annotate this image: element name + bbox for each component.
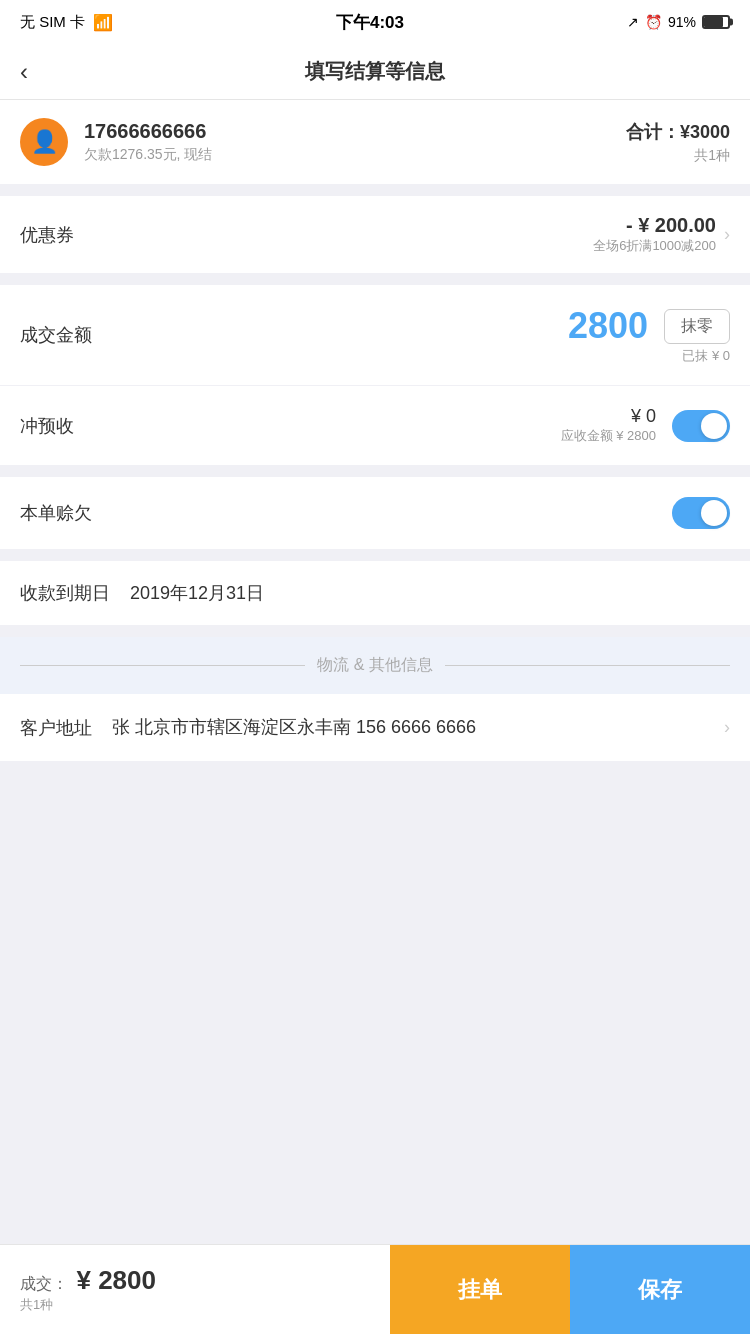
- bottom-deal-amount: ¥ 2800: [76, 1265, 156, 1295]
- round-button[interactable]: 抹零: [664, 309, 730, 344]
- address-value: 张 北京市市辖区海淀区永丰南 156 6666 6666: [112, 714, 724, 741]
- bottom-deal-line: 成交： ¥ 2800: [20, 1265, 370, 1296]
- debt-label: 本单赊欠: [20, 501, 92, 525]
- avatar-icon: 👤: [31, 129, 58, 155]
- deal-amount-sub: 已抹 ¥ 0: [568, 347, 730, 365]
- user-sub-info: 欠款1276.35元, 现结: [84, 146, 626, 164]
- deal-amount-right: 2800 抹零: [568, 305, 730, 347]
- battery-percent: 91%: [668, 14, 696, 30]
- deal-amount-value: 2800: [568, 305, 648, 347]
- status-time: 下午4:03: [336, 11, 404, 34]
- coupon-discount: - ¥ 200.00: [593, 214, 716, 237]
- logistics-line-left: [20, 665, 305, 666]
- coupon-label: 优惠券: [20, 223, 74, 247]
- deal-amount-label: 成交金额: [20, 323, 92, 347]
- debt-toggle-knob: [701, 500, 727, 526]
- bottom-info: 成交： ¥ 2800 共1种: [0, 1265, 390, 1314]
- user-phone: 17666666666: [84, 120, 626, 143]
- advance-sub: 应收金额 ¥ 2800: [561, 427, 656, 445]
- bottom-bar: 成交： ¥ 2800 共1种 挂单 保存: [0, 1244, 750, 1334]
- hang-button-label: 挂单: [458, 1275, 502, 1305]
- user-total: 合计：¥3000 共1种: [626, 120, 730, 165]
- save-button-label: 保存: [638, 1275, 682, 1305]
- status-left: 无 SIM 卡 📶: [20, 13, 113, 32]
- nav-bar: ‹ 填写结算等信息: [0, 44, 750, 100]
- carrier-label: 无 SIM 卡: [20, 13, 85, 32]
- coupon-row[interactable]: 优惠券 - ¥ 200.00 全场6折满1000减200 ›: [0, 196, 750, 273]
- save-button[interactable]: 保存: [570, 1245, 750, 1335]
- logistics-label: 物流 & 其他信息: [317, 655, 433, 676]
- back-button[interactable]: ‹: [12, 50, 36, 94]
- address-chevron-icon: ›: [724, 717, 730, 738]
- due-date-row: 收款到期日 2019年12月31日: [0, 561, 750, 625]
- bottom-deal-label: 成交：: [20, 1275, 68, 1292]
- due-date-label: 收款到期日: [20, 581, 110, 605]
- wifi-icon: 📶: [93, 13, 113, 32]
- status-bar: 无 SIM 卡 📶 下午4:03 ↗ ⏰ 91%: [0, 0, 750, 44]
- location-icon: ↗: [627, 14, 639, 30]
- hang-button[interactable]: 挂单: [390, 1245, 570, 1335]
- battery-icon: [702, 15, 730, 29]
- debt-toggle[interactable]: [672, 497, 730, 529]
- coupon-desc: 全场6折满1000减200: [593, 237, 716, 255]
- logistics-line-right: [445, 665, 730, 666]
- user-details: 17666666666 欠款1276.35元, 现结: [84, 120, 626, 164]
- advance-amounts: ¥ 0 应收金额 ¥ 2800: [561, 406, 656, 445]
- deal-amount-row: 成交金额 2800 抹零 已抹 ¥ 0: [0, 285, 750, 386]
- logistics-header: 物流 & 其他信息: [0, 637, 750, 694]
- status-right: ↗ ⏰ 91%: [627, 14, 730, 30]
- total-amount: 合计：¥3000: [626, 120, 730, 144]
- advance-label: 冲预收: [20, 414, 74, 438]
- deal-amount-section: 成交金额 2800 抹零 已抹 ¥ 0 冲预收 ¥ 0 应收金额 ¥ 2800: [0, 285, 750, 465]
- content-area: 👤 17666666666 欠款1276.35元, 现结 合计：¥3000 共1…: [0, 100, 750, 1093]
- gray-spacer: [0, 773, 750, 973]
- page-title: 填写结算等信息: [305, 58, 445, 85]
- alarm-icon: ⏰: [645, 14, 662, 30]
- bottom-deal-sub: 共1种: [20, 1296, 370, 1314]
- advance-toggle[interactable]: [672, 410, 730, 442]
- avatar: 👤: [20, 118, 68, 166]
- debt-section: 本单赊欠: [0, 477, 750, 549]
- advance-toggle-knob: [701, 413, 727, 439]
- advance-amount: ¥ 0: [561, 406, 656, 427]
- coupon-chevron-icon: ›: [724, 224, 730, 245]
- user-info-row: 👤 17666666666 欠款1276.35元, 现结 合计：¥3000 共1…: [0, 100, 750, 184]
- total-sub: 共1种: [626, 147, 730, 165]
- debt-row: 本单赊欠: [0, 477, 750, 549]
- address-row[interactable]: 客户地址 张 北京市市辖区海淀区永丰南 156 6666 6666 ›: [0, 694, 750, 761]
- coupon-right: - ¥ 200.00 全场6折满1000减200 ›: [593, 214, 730, 255]
- advance-row: 冲预收 ¥ 0 应收金额 ¥ 2800: [0, 386, 750, 465]
- due-date-value: 2019年12月31日: [130, 581, 264, 605]
- address-label: 客户地址: [20, 714, 92, 740]
